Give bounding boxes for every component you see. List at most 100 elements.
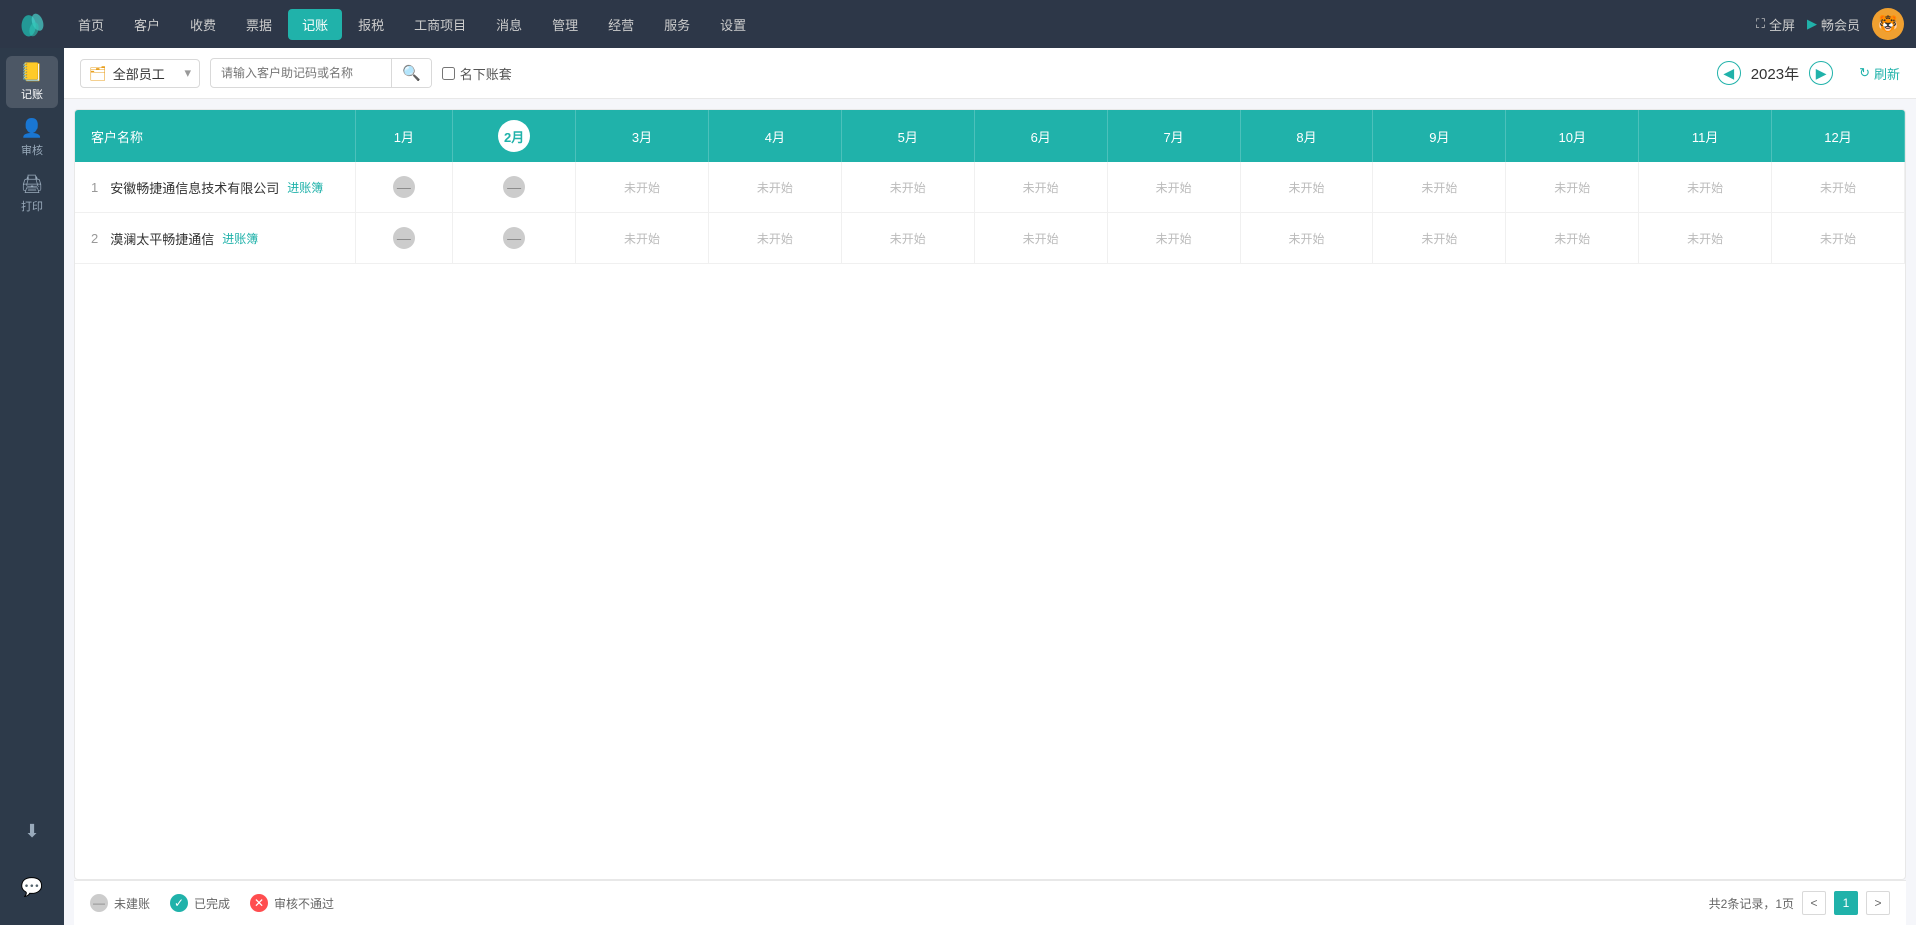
sidebar-item-print[interactable]: 🖨 打印 bbox=[6, 168, 58, 220]
employee-icon: 🗂 bbox=[89, 65, 107, 82]
aug-cell-2: 未开始 bbox=[1240, 213, 1373, 264]
nav-item-客户[interactable]: 客户 bbox=[120, 9, 174, 40]
sidebar-item-audit-label: 审核 bbox=[21, 142, 43, 158]
legend-grey-dot: — bbox=[90, 894, 108, 912]
nav-item-票据[interactable]: 票据 bbox=[232, 9, 286, 40]
current-page-button[interactable]: 1 bbox=[1834, 891, 1858, 915]
table-container: 客户名称 1月 2月 3月 4月 5月 6月 7月 8月 9月 10月 11月 bbox=[74, 109, 1906, 880]
app-logo bbox=[12, 8, 56, 40]
col-mar: 3月 bbox=[576, 110, 709, 162]
nav-item-经营[interactable]: 经营 bbox=[594, 9, 648, 40]
jul-cell-1: 未开始 bbox=[1107, 162, 1240, 213]
vip-icon: ▶ bbox=[1807, 16, 1817, 32]
nav-item-记账[interactable]: 记账 bbox=[288, 9, 342, 40]
jun-cell-2: 未开始 bbox=[974, 213, 1107, 264]
jul-cell-2: 未开始 bbox=[1107, 213, 1240, 264]
jan-cell-1: — bbox=[355, 162, 453, 213]
print-icon: 🖨 bbox=[21, 174, 44, 195]
col-may: 5月 bbox=[841, 110, 974, 162]
table-row: 1 安徽畅捷通信息技术有限公司 进账簿 — — 未开始 未开始 未开始 未开始 … bbox=[75, 162, 1905, 213]
col-apr: 4月 bbox=[708, 110, 841, 162]
mar-cell-2: 未开始 bbox=[576, 213, 709, 264]
col-jan: 1月 bbox=[355, 110, 453, 162]
footer: — 未建账 ✓ 已完成 ✕ 审核不通过 共2条记录，1页 < 1 > bbox=[74, 880, 1906, 925]
sidebar-item-print-label: 打印 bbox=[21, 198, 43, 214]
nov-cell-2: 未开始 bbox=[1639, 213, 1772, 264]
refresh-button[interactable]: ↻ 刷新 bbox=[1859, 64, 1900, 83]
vip-button[interactable]: ▶ 畅会员 bbox=[1807, 15, 1860, 34]
oct-cell-1: 未开始 bbox=[1506, 162, 1639, 213]
nav-item-消息[interactable]: 消息 bbox=[482, 9, 536, 40]
aug-cell-1: 未开始 bbox=[1240, 162, 1373, 213]
audit-icon: 👤 bbox=[21, 118, 43, 139]
nav-item-工商项目[interactable]: 工商项目 bbox=[400, 9, 480, 40]
employee-label: 全部员工 bbox=[113, 64, 165, 83]
jun-cell-1: 未开始 bbox=[974, 162, 1107, 213]
nav-right: ⛶ 全屏 ▶ 畅会员 🐯 bbox=[1756, 8, 1904, 40]
col-jul: 7月 bbox=[1107, 110, 1240, 162]
help-icon: 💬 bbox=[21, 877, 43, 898]
dec-cell-2: 未开始 bbox=[1772, 213, 1905, 264]
status-dash: — bbox=[503, 176, 525, 198]
prev-page-button[interactable]: < bbox=[1802, 891, 1826, 915]
nav-item-收费[interactable]: 收费 bbox=[176, 9, 230, 40]
download-icon: ⬇ bbox=[24, 821, 39, 842]
sidebar-item-audit[interactable]: 👤 审核 bbox=[6, 112, 58, 164]
col-client-name: 客户名称 bbox=[75, 110, 355, 162]
col-nov: 11月 bbox=[1639, 110, 1772, 162]
bookkeeping-icon: 📒 bbox=[21, 62, 43, 83]
sidebar-item-bookkeeping[interactable]: 📒 记账 bbox=[6, 56, 58, 108]
search-button[interactable]: 🔍 bbox=[391, 59, 431, 87]
client-name-2: 漠澜太平畅捷通信 bbox=[110, 229, 214, 248]
employee-selector[interactable]: 🗂 全部员工 ▾ bbox=[80, 59, 200, 88]
record-info: 共2条记录，1页 bbox=[1709, 895, 1794, 912]
oct-cell-2: 未开始 bbox=[1506, 213, 1639, 264]
year-prev-button[interactable]: ◀ bbox=[1717, 61, 1741, 85]
my-accounts-checkbox[interactable] bbox=[442, 67, 455, 80]
legend-not-created: — 未建账 bbox=[90, 894, 150, 912]
year-navigation: ◀ 2023年 ▶ bbox=[1717, 61, 1833, 85]
checkbox-label[interactable]: 名下账套 bbox=[442, 64, 512, 83]
sep-cell-1: 未开始 bbox=[1373, 162, 1506, 213]
legend-red-dot: ✕ bbox=[250, 894, 268, 912]
year-next-button[interactable]: ▶ bbox=[1809, 61, 1833, 85]
client-name-cell: 2 漠澜太平畅捷通信 进账簿 bbox=[75, 213, 355, 264]
client-name-1: 安徽畅捷通信息技术有限公司 bbox=[110, 178, 279, 197]
nav-item-服务[interactable]: 服务 bbox=[650, 9, 704, 40]
may-cell-1: 未开始 bbox=[841, 162, 974, 213]
col-aug: 8月 bbox=[1240, 110, 1373, 162]
table-row: 2 漠澜太平畅捷通信 进账簿 — — 未开始 未开始 未开始 未开始 未开始 未… bbox=[75, 213, 1905, 264]
col-jun: 6月 bbox=[974, 110, 1107, 162]
enter-link-1[interactable]: 进账簿 bbox=[287, 179, 323, 196]
year-label: 2023年 bbox=[1751, 63, 1799, 84]
sidebar-item-download[interactable]: ⬇ bbox=[6, 805, 58, 857]
sidebar-item-bookkeeping-label: 记账 bbox=[21, 86, 43, 102]
col-oct: 10月 bbox=[1506, 110, 1639, 162]
sidebar-item-help[interactable]: 💬 bbox=[6, 861, 58, 913]
client-name-cell: 1 安徽畅捷通信息技术有限公司 进账簿 bbox=[75, 162, 355, 213]
legend-not-created-label: 未建账 bbox=[114, 895, 150, 912]
toolbar: 🗂 全部员工 ▾ 🔍 名下账套 ◀ 2023年 ▶ ↻ 刷新 bbox=[64, 48, 1916, 99]
feb-cell-2: — bbox=[453, 213, 576, 264]
enter-link-2[interactable]: 进账簿 bbox=[222, 230, 258, 247]
nav-item-首页[interactable]: 首页 bbox=[64, 9, 118, 40]
fullscreen-label: 全屏 bbox=[1769, 15, 1795, 34]
nav-item-管理[interactable]: 管理 bbox=[538, 9, 592, 40]
accounts-table: 客户名称 1月 2月 3月 4月 5月 6月 7月 8月 9月 10月 11月 bbox=[75, 110, 1905, 264]
content-area: 🗂 全部员工 ▾ 🔍 名下账套 ◀ 2023年 ▶ ↻ 刷新 bbox=[64, 48, 1916, 925]
vip-label: 畅会员 bbox=[1821, 15, 1860, 34]
refresh-icon: ↻ bbox=[1859, 65, 1870, 81]
top-nav: 首页客户收费票据记账报税工商项目消息管理经营服务设置 ⛶ 全屏 ▶ 畅会员 🐯 bbox=[0, 0, 1916, 48]
main-layout: 📒 记账 👤 审核 🖨 打印 ⬇ 💬 🗂 全部员工 ▾ bbox=[0, 48, 1916, 925]
apr-cell-2: 未开始 bbox=[708, 213, 841, 264]
search-input[interactable] bbox=[211, 61, 391, 85]
sep-cell-2: 未开始 bbox=[1373, 213, 1506, 264]
feb-cell-1: — bbox=[453, 162, 576, 213]
next-page-button[interactable]: > bbox=[1866, 891, 1890, 915]
fullscreen-button[interactable]: ⛶ 全屏 bbox=[1756, 15, 1795, 34]
refresh-label: 刷新 bbox=[1874, 64, 1900, 83]
user-avatar[interactable]: 🐯 bbox=[1872, 8, 1904, 40]
jan-cell-2: — bbox=[355, 213, 453, 264]
nav-item-报税[interactable]: 报税 bbox=[344, 9, 398, 40]
nav-item-设置[interactable]: 设置 bbox=[706, 9, 760, 40]
